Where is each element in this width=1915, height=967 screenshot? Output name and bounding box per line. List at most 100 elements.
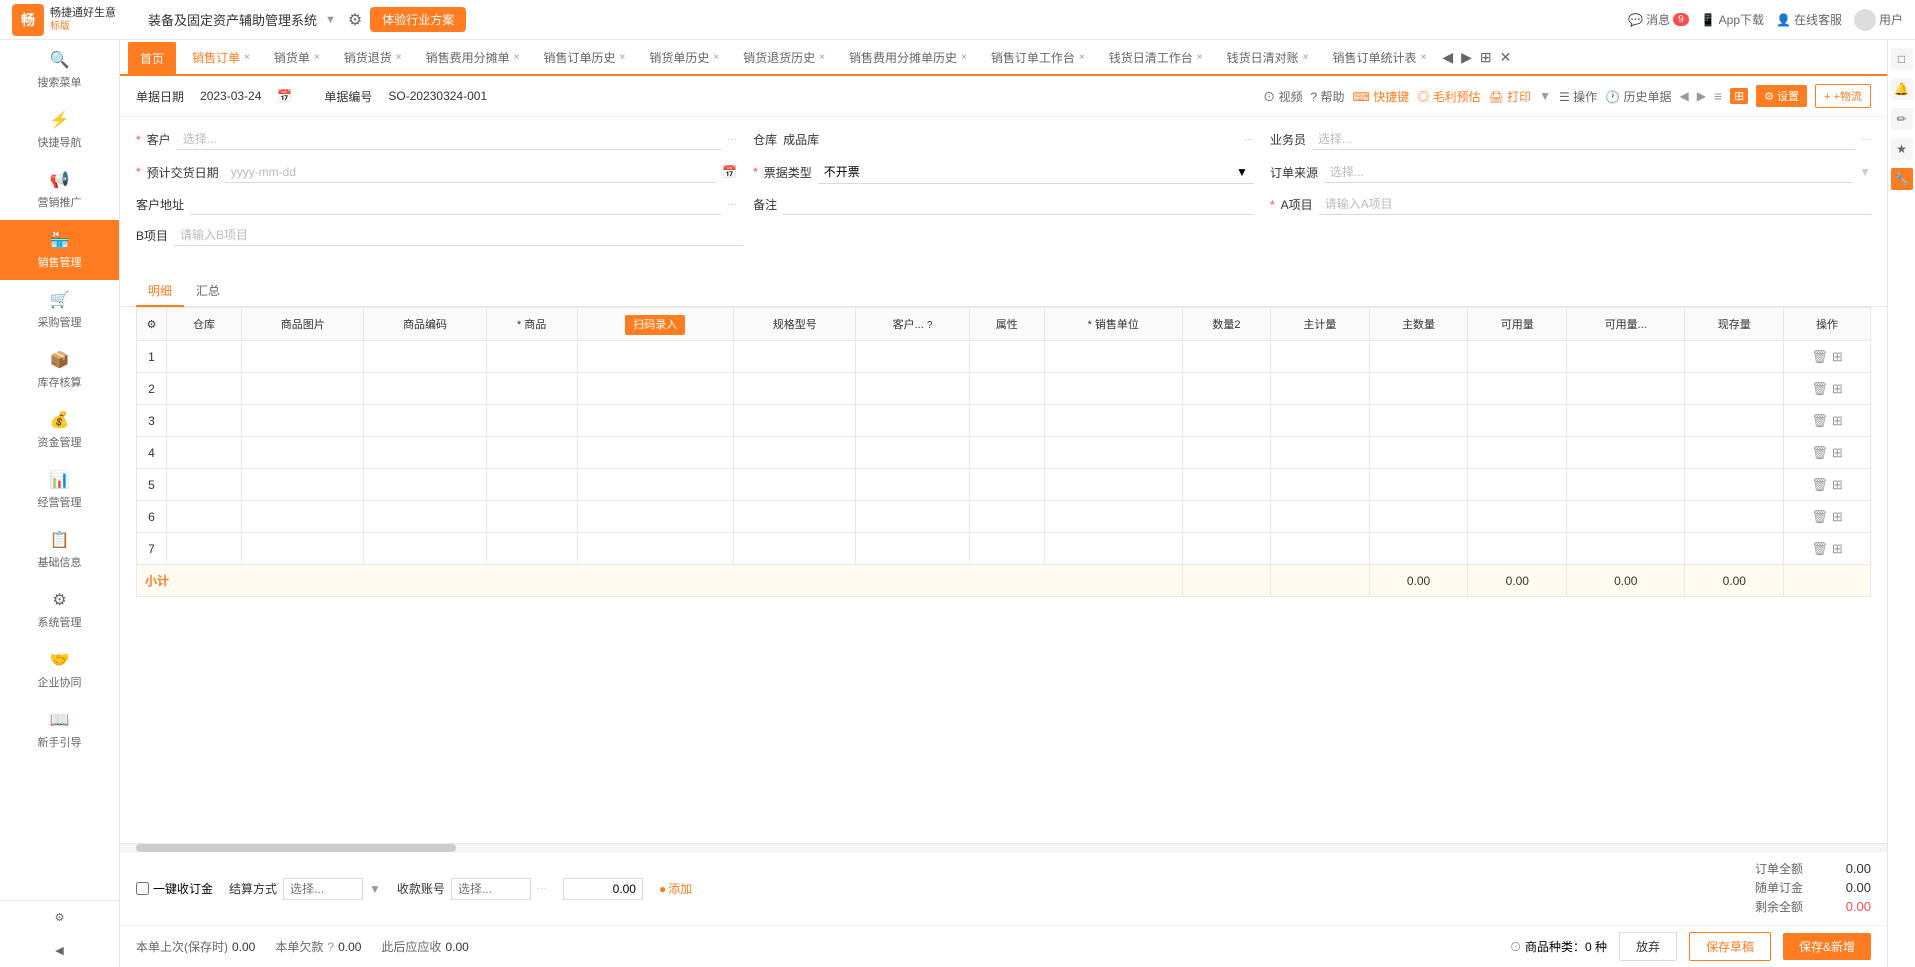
address-dots[interactable]: ··· — [727, 199, 737, 210]
trial-button[interactable]: 体验行业方案 — [370, 7, 466, 32]
row-mainqty-1[interactable] — [1369, 341, 1468, 373]
shortcut-btn[interactable]: ⌨ 快捷键 — [1353, 88, 1410, 105]
tab-expense-history[interactable]: 销售费用分摊单历史 × — [837, 41, 979, 76]
row-copy-3[interactable]: ⊞ — [1832, 413, 1843, 429]
tab-workbench[interactable]: 销售订单工作台 × — [979, 41, 1097, 76]
tab-cash-workbench[interactable]: 钱货日清工作台 × — [1097, 41, 1215, 76]
row-stock-1[interactable] — [1685, 341, 1784, 373]
quick-payment-checkbox[interactable]: 一键收订金 — [136, 880, 213, 897]
message-btn[interactable]: 💬 消息 9 — [1628, 11, 1689, 28]
row-attr-1[interactable] — [969, 341, 1044, 373]
amount-input[interactable] — [563, 878, 643, 900]
tab-menu-btn[interactable]: ⊞ — [1476, 45, 1496, 70]
row-custcode-1[interactable] — [856, 341, 969, 373]
profit-btn[interactable]: ◎ 毛利预估 — [1417, 88, 1480, 105]
add-btn[interactable]: ● 添加 — [659, 880, 692, 897]
tab-reconcile[interactable]: 钱货日清对账 × — [1215, 41, 1321, 76]
dropdown-arrow-icon[interactable]: ▼ — [325, 14, 336, 26]
row-copy-7[interactable]: ⊞ — [1832, 541, 1843, 557]
nav-next-btn[interactable]: ▶ — [1697, 89, 1706, 103]
delivery-input[interactable] — [225, 162, 716, 183]
sidebar-item-nav[interactable]: ⚡ 快捷导航 — [0, 100, 119, 160]
account-input[interactable] — [451, 878, 531, 900]
row-available2-1[interactable] — [1567, 341, 1685, 373]
settings-icon[interactable]: ⚙ — [348, 10, 362, 30]
section-tab-summary[interactable]: 汇总 — [184, 276, 232, 307]
row-spec-1[interactable] — [734, 341, 856, 373]
row-copy-5[interactable]: ⊞ — [1832, 477, 1843, 493]
th-warehouse[interactable]: 仓库 — [167, 308, 242, 341]
tab-close-stats[interactable]: × — [1420, 52, 1426, 63]
sidebar-settings-btn[interactable]: ⚙ — [0, 901, 119, 934]
help-btn[interactable]: ? 帮助 — [1311, 88, 1345, 105]
app-download-btn[interactable]: 📱 App下载 — [1701, 11, 1764, 28]
tab-sales-goods[interactable]: 销货单 × — [262, 41, 332, 76]
tab-expense[interactable]: 销售费用分摊单 × — [414, 41, 532, 76]
sidebar-item-system[interactable]: ⚙ 系统管理 — [0, 580, 119, 640]
user-btn[interactable]: 用户 — [1854, 9, 1903, 31]
right-panel-btn-4[interactable]: ★ — [1891, 138, 1913, 160]
section-tab-detail[interactable]: 明细 — [136, 276, 184, 307]
sidebar-item-promotion[interactable]: 📢 营销推广 — [0, 160, 119, 220]
tab-close-sales-goods[interactable]: × — [314, 52, 320, 63]
th-qty2[interactable]: 数量2 — [1182, 308, 1270, 341]
row-available-1[interactable] — [1468, 341, 1567, 373]
row-delete-6[interactable]: 🗑 — [1811, 509, 1828, 525]
tab-close-reconcile[interactable]: × — [1303, 52, 1309, 63]
right-panel-btn-2[interactable]: 🔔 — [1891, 78, 1913, 100]
th-attr[interactable]: 属性 — [969, 308, 1044, 341]
right-panel-btn-1[interactable]: □ — [1891, 48, 1913, 70]
a-project-input[interactable] — [1319, 194, 1871, 215]
view-btn[interactable]: ⊙ 视频 — [1263, 88, 1302, 105]
row-delete-7[interactable]: 🗑 — [1811, 541, 1828, 557]
sidebar-item-operation[interactable]: 📊 经营管理 — [0, 460, 119, 520]
tab-close-expense-history[interactable]: × — [961, 52, 967, 63]
order-source-input[interactable] — [1324, 162, 1853, 183]
settlement-arrow[interactable]: ▼ — [369, 882, 381, 896]
row-qty2-1[interactable] — [1182, 341, 1270, 373]
sidebar-item-enterprise[interactable]: 🤝 企业协同 — [0, 640, 119, 700]
invoice-select[interactable]: 不开票 ▼ — [818, 160, 1254, 184]
row-copy-6[interactable]: ⊞ — [1832, 509, 1843, 525]
tab-close-sales-order[interactable]: × — [244, 52, 250, 63]
right-panel-btn-3[interactable]: ✏ — [1891, 108, 1913, 130]
row-scan-1[interactable] — [577, 341, 734, 373]
row-unit-1[interactable] — [1044, 341, 1182, 373]
tab-sales-order[interactable]: 销售订单 × — [180, 41, 262, 76]
discard-button[interactable]: 放弃 — [1619, 932, 1677, 961]
quick-payment-check[interactable] — [136, 882, 149, 895]
table-container[interactable]: ⚙ 仓库 商品图片 商品编码 * 商品 扫码录入 规格型号 客户... ? 属性… — [120, 307, 1887, 843]
tab-order-history[interactable]: 销售订单历史 × — [531, 41, 637, 76]
th-stock[interactable]: 现存量 — [1685, 308, 1784, 341]
row-mainunit-1[interactable] — [1271, 341, 1370, 373]
history-btn[interactable]: 🕐 历史单据 — [1605, 88, 1671, 105]
tab-prev-btn[interactable]: ◀ — [1438, 45, 1457, 70]
sidebar-item-purchase[interactable]: 🛒 采购管理 — [0, 280, 119, 340]
warehouse-dots[interactable]: ··· — [1244, 134, 1254, 145]
tab-next-btn[interactable]: ▶ — [1457, 45, 1476, 70]
print-btn[interactable]: 🖨 打印 — [1489, 88, 1532, 105]
sidebar-collapse-btn[interactable]: ◀ — [0, 934, 119, 967]
address-input[interactable] — [190, 194, 721, 215]
customer-input[interactable] — [177, 129, 721, 150]
tab-close-expense[interactable]: × — [514, 52, 520, 63]
tab-stats[interactable]: 销售订单统计表 × — [1320, 41, 1438, 76]
staff-input[interactable] — [1312, 129, 1855, 150]
row-delete-1[interactable]: 🗑 — [1811, 349, 1828, 365]
row-name-1[interactable] — [486, 341, 577, 373]
settings-btn[interactable]: ⚙ 设置 — [1756, 85, 1807, 107]
th-unit[interactable]: * 销售单位 — [1044, 308, 1182, 341]
right-panel-btn-5[interactable]: 🔧 — [1891, 168, 1913, 190]
date-pick-icon[interactable]: 📅 — [722, 165, 737, 179]
calendar-icon[interactable]: 📅 — [277, 89, 292, 103]
tab-close-return[interactable]: × — [396, 52, 402, 63]
tab-return[interactable]: 销货退货 × — [332, 41, 414, 76]
view-mode-grid[interactable]: ⊞ — [1730, 88, 1748, 104]
account-dots[interactable]: ··· — [537, 883, 547, 894]
tab-return-history[interactable]: 销货退货历史 × — [731, 41, 837, 76]
operate-btn[interactable]: ☰ 操作 — [1559, 88, 1597, 105]
b-project-input[interactable] — [174, 225, 743, 246]
row-copy-2[interactable]: ⊞ — [1832, 381, 1843, 397]
save-draft-button[interactable]: 保存草稿 — [1689, 932, 1771, 961]
remark-input[interactable] — [783, 194, 1254, 215]
